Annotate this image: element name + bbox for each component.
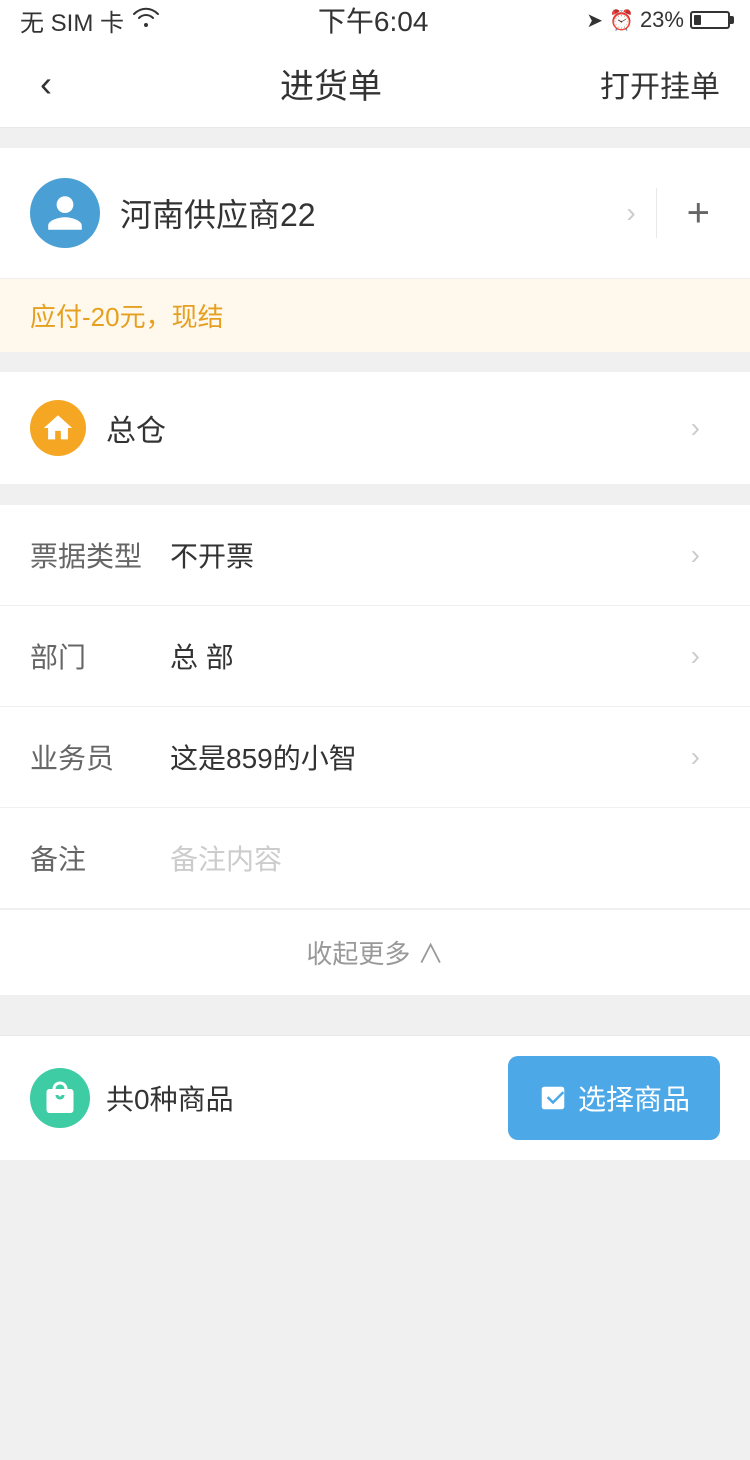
supplier-row[interactable]: 河南供应商22 › + [0, 148, 750, 279]
alarm-icon: ⏰ [609, 8, 634, 33]
status-bar: 无 SIM 卡 下午6:04 ➤ ⏰ 23% [0, 0, 750, 40]
invoice-type-row[interactable]: 票据类型 不开票 › [0, 505, 750, 606]
supplier-chevron-icon: › [626, 197, 635, 229]
location-icon: ➤ [586, 8, 603, 33]
status-time: 下午6:04 [318, 0, 429, 40]
battery-icon [690, 11, 730, 29]
notice-bar: 应付-20元，现结 [0, 279, 750, 352]
section-gap-1 [0, 128, 750, 148]
department-label: 部门 [30, 636, 170, 676]
shopping-bag-icon [42, 1080, 78, 1116]
carrier-text: 无 SIM 卡 [20, 3, 124, 38]
page-background [0, 1160, 750, 1460]
department-chevron-icon: › [691, 640, 700, 672]
form-section: 票据类型 不开票 › 部门 总 部 › 业务员 这是859的小智 › 备注 备注… [0, 505, 750, 995]
section-gap-4 [0, 995, 750, 1015]
warehouse-name: 总仓 [106, 406, 691, 450]
department-row[interactable]: 部门 总 部 › [0, 606, 750, 707]
supplier-section: 河南供应商22 › + 应付-20元，现结 [0, 148, 750, 352]
product-count-text: 共0种商品 [106, 1078, 508, 1118]
select-product-button[interactable]: 选择商品 [508, 1056, 720, 1140]
remark-label: 备注 [30, 838, 170, 878]
department-value: 总 部 [170, 636, 691, 676]
status-right: ➤ ⏰ 23% [586, 7, 730, 33]
invoice-type-label: 票据类型 [30, 535, 170, 575]
wifi-icon [132, 6, 160, 34]
invoice-type-chevron-icon: › [691, 539, 700, 571]
warehouse-chevron-icon: › [691, 412, 700, 444]
remark-row[interactable]: 备注 备注内容 [0, 808, 750, 909]
select-product-icon [538, 1083, 568, 1113]
warehouse-row[interactable]: 总仓 › [0, 372, 750, 485]
salesperson-label: 业务员 [30, 737, 170, 777]
section-gap-3 [0, 485, 750, 505]
bottom-bar: 共0种商品 选择商品 [0, 1035, 750, 1160]
vertical-divider [656, 188, 657, 238]
supplier-avatar [30, 178, 100, 248]
user-icon [44, 192, 86, 234]
nav-bar: ‹ 进货单 打开挂单 [0, 40, 750, 128]
product-icon [30, 1068, 90, 1128]
remark-placeholder: 备注内容 [170, 838, 720, 878]
select-product-label: 选择商品 [578, 1078, 690, 1118]
collapse-button[interactable]: 收起更多 ∧ [0, 909, 750, 995]
salesperson-value: 这是859的小智 [170, 737, 691, 777]
invoice-type-value: 不开票 [170, 535, 691, 575]
add-supplier-button[interactable]: + [677, 186, 720, 241]
section-gap-2 [0, 352, 750, 372]
salesperson-row[interactable]: 业务员 这是859的小智 › [0, 707, 750, 808]
back-button[interactable]: ‹ [30, 53, 62, 115]
supplier-name: 河南供应商22 [120, 190, 626, 236]
page-title: 进货单 [280, 59, 382, 108]
house-icon [41, 411, 75, 445]
warehouse-icon [30, 400, 86, 456]
battery-percent: 23% [640, 7, 684, 33]
open-pending-button[interactable]: 打开挂单 [600, 62, 720, 106]
collapse-label: 收起更多 ∧ [306, 934, 443, 971]
notice-text: 应付-20元，现结 [30, 302, 224, 332]
salesperson-chevron-icon: › [691, 741, 700, 773]
status-left: 无 SIM 卡 [20, 3, 160, 38]
